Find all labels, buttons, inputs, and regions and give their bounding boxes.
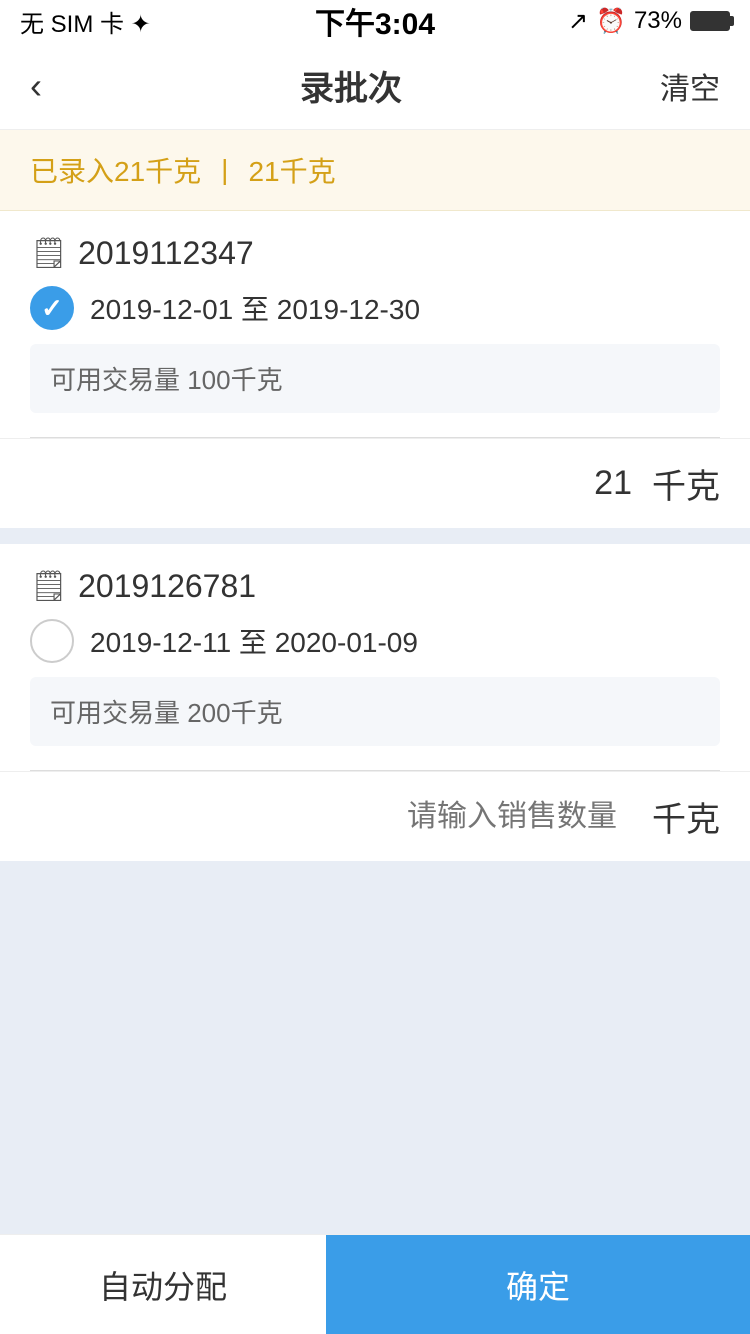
clear-button[interactable]: 清空 [660,64,720,108]
status-left: 无 SIM 卡 ✦ [20,4,151,39]
summary-amount: 21千克 [248,150,335,190]
location-icon: ↗ [568,7,588,36]
qty-input-2[interactable] [246,800,632,834]
qty-unit-2: 千克 [652,792,720,841]
batch-card-1: 🗒 2019112347 2019-12-01 至 2019-12-30 可用交… [0,211,750,528]
card-separator [0,528,750,544]
recorded-label: 已录入21千克 [30,150,201,190]
input-row-2: 千克 [0,771,750,861]
doc-icon-2: 🗒 [30,569,68,604]
batch-avail-1: 可用交易量 100千克 [30,344,720,413]
page-title: 录批次 [300,61,402,110]
auto-distribute-button[interactable]: 自动分配 [0,1235,326,1334]
radio-1[interactable] [30,286,74,330]
battery-percent: 73% [634,7,682,35]
batch-date-1: 2019-12-01 至 2019-12-30 [90,288,420,328]
battery-icon [690,11,730,31]
back-button[interactable]: ‹ [30,65,42,107]
summary-divider: | [221,154,228,186]
sim-text: 无 SIM 卡 ✦ [20,4,151,39]
batch-id-row-2: 🗒 2019126781 [30,568,720,605]
radio-2[interactable] [30,619,74,663]
batch-id-row-1: 🗒 2019112347 [30,235,720,272]
alarm-icon: ⏰ [596,7,626,36]
status-bar: 无 SIM 卡 ✦ 下午3:04 ↗ ⏰ 73% [0,0,750,42]
nav-bar: ‹ 录批次 清空 [0,42,750,130]
bottom-bar: 自动分配 确定 [0,1234,750,1334]
batch-card-1-inner: 🗒 2019112347 2019-12-01 至 2019-12-30 可用交… [0,211,750,437]
amount-unit-1: 千克 [652,459,720,508]
batch-date-row-2[interactable]: 2019-12-11 至 2020-01-09 [30,619,720,663]
empty-area [0,861,750,1261]
batch-card-2: 🗒 2019126781 2019-12-11 至 2020-01-09 可用交… [0,544,750,861]
batch-card-2-inner: 🗒 2019126781 2019-12-11 至 2020-01-09 可用交… [0,544,750,770]
batch-id-2: 2019126781 [78,568,256,605]
batch-date-row-1[interactable]: 2019-12-01 至 2019-12-30 [30,286,720,330]
confirm-button[interactable]: 确定 [326,1235,750,1334]
doc-icon-1: 🗒 [30,236,68,271]
amount-value-1: 21 [594,464,632,503]
status-time: 下午3:04 [315,0,435,43]
batch-id-1: 2019112347 [78,235,254,272]
batch-avail-2: 可用交易量 200千克 [30,677,720,746]
amount-row-1: 21 千克 [0,438,750,528]
summary-bar: 已录入21千克 | 21千克 [0,130,750,211]
status-right: ↗ ⏰ 73% [568,7,730,36]
batch-date-2: 2019-12-11 至 2020-01-09 [90,621,418,661]
